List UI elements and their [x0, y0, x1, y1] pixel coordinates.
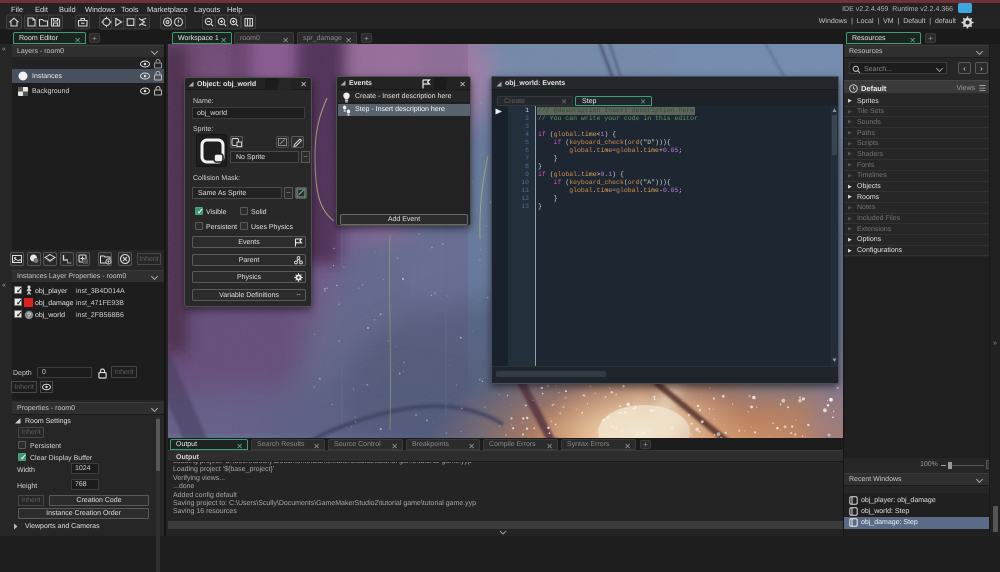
- svg-text:?: ?: [27, 313, 31, 320]
